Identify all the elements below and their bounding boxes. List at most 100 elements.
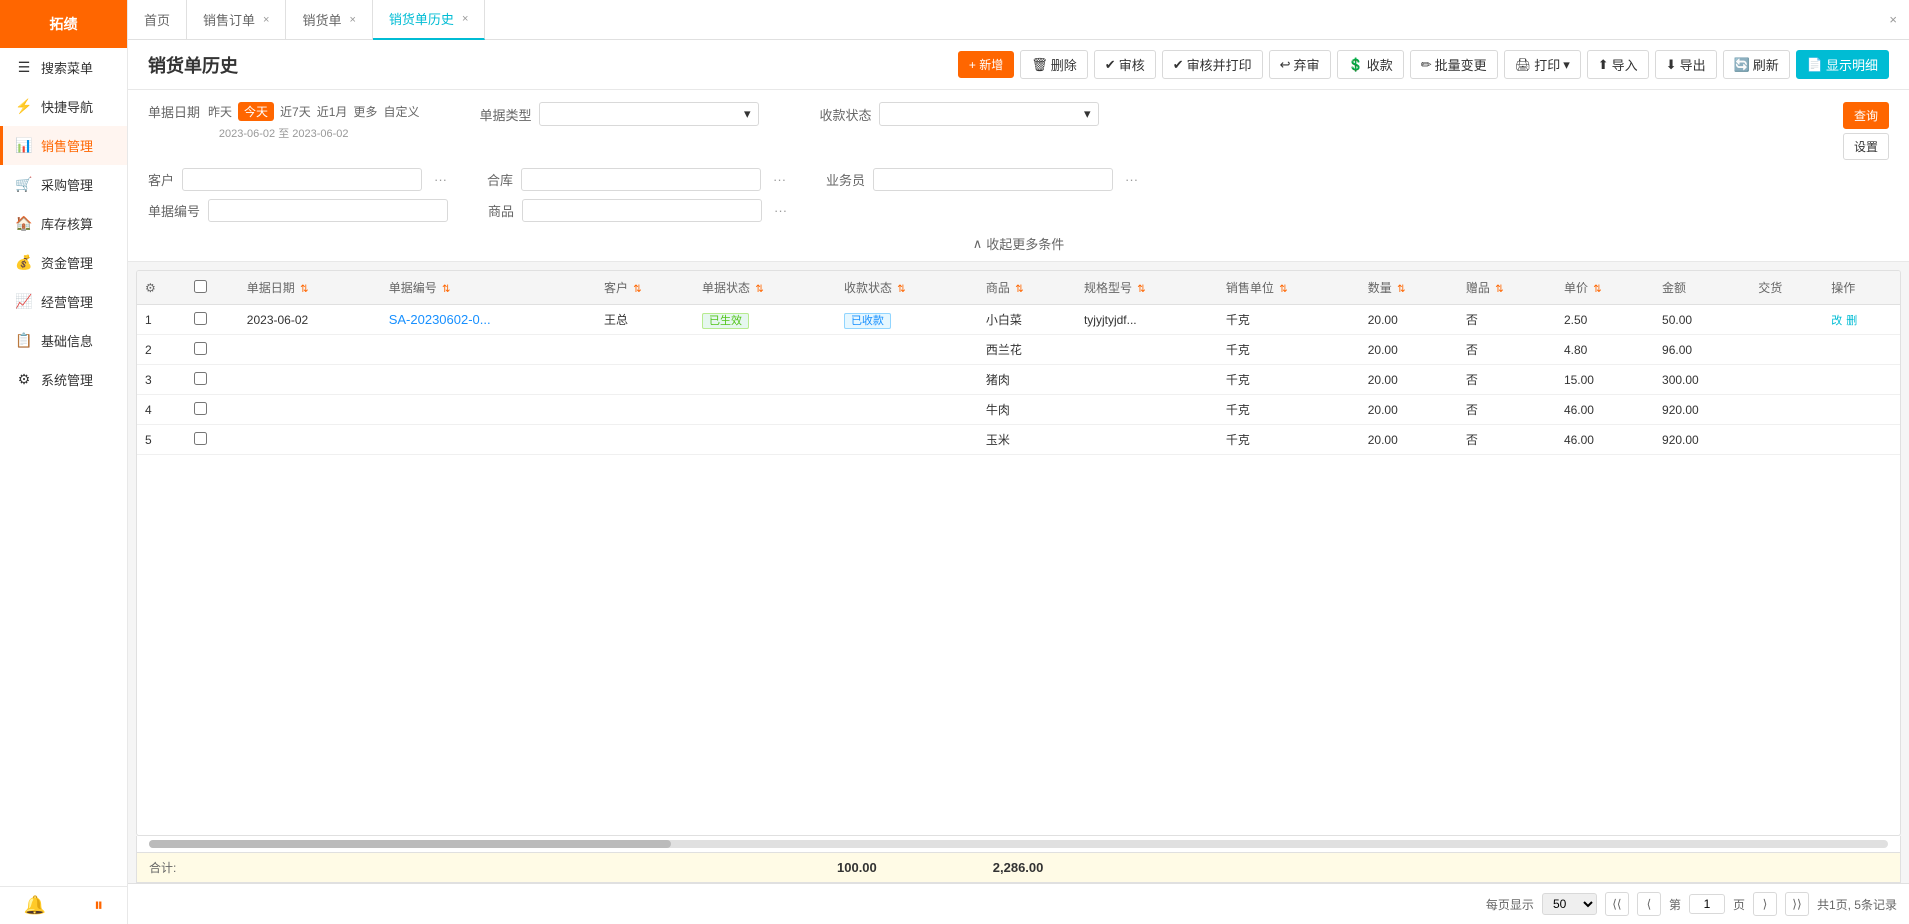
import-button[interactable]: ⬆ 导入 [1587, 50, 1649, 79]
tab-home-label: 首页 [144, 10, 170, 29]
filter-date-group: 单据日期 昨天 今天 近7天 近1月 更多 自定义 2023-06-02 至 2… [148, 102, 419, 141]
filter-date-today[interactable]: 今天 [238, 102, 274, 121]
page-label: 页 [1733, 896, 1745, 913]
cell-trade [1750, 305, 1823, 335]
col-qty[interactable]: 数量 ⇅ [1360, 271, 1458, 305]
doc-no-link[interactable]: SA-20230602-0... [389, 312, 491, 327]
filter-doc-no-input[interactable] [208, 199, 448, 222]
filter-doc-no-label: 单据编号 [148, 201, 200, 220]
filter-goods-dots[interactable]: ··· [774, 203, 787, 218]
filter-salesperson-dots[interactable]: ··· [1125, 172, 1138, 187]
sidebar-item-label: 销售管理 [41, 136, 93, 155]
tab-sales-order[interactable]: 销售订单 × [187, 0, 286, 40]
scrollbar-track[interactable] [149, 840, 1888, 848]
abandon-button[interactable]: ↩ 弃审 [1269, 50, 1331, 79]
per-page-select[interactable]: 50 100 [1542, 893, 1597, 915]
filter-date-7days[interactable]: 近7天 [280, 103, 311, 120]
sidebar-item-sys-mgmt[interactable]: ⚙ 系统管理 [0, 360, 127, 399]
col-checkbox[interactable] [186, 271, 239, 305]
refresh-button[interactable]: 🔄 刷新 [1723, 50, 1790, 79]
page-first-btn[interactable]: ⟨⟨ [1605, 892, 1629, 916]
show-detail-button[interactable]: 📄 显示明细 [1796, 50, 1889, 79]
row-checkbox[interactable] [194, 372, 207, 385]
col-doc-no[interactable]: 单据编号 ⇅ [381, 271, 596, 305]
audit-button[interactable]: ✔ 审核 [1094, 50, 1156, 79]
settings-button[interactable]: 设置 [1843, 133, 1889, 160]
sidebar-item-operations-mgmt[interactable]: 📈 经营管理 [0, 282, 127, 321]
sidebar-item-finance-mgmt[interactable]: 💰 资金管理 [0, 243, 127, 282]
tab-sales-history[interactable]: 销货单历史 × [373, 0, 485, 40]
tab-sales-invoice[interactable]: 销货单 × [286, 0, 372, 40]
sidebar-item-purchase-mgmt[interactable]: 🛒 采购管理 [0, 165, 127, 204]
scrollbar-thumb[interactable] [149, 840, 671, 848]
tab-bar-close-all[interactable]: × [1877, 12, 1909, 27]
filter-date-custom[interactable]: 自定义 [383, 103, 419, 120]
delete-button[interactable]: 🗑 删除 [1020, 50, 1088, 79]
col-spec[interactable]: 规格型号 ⇅ [1076, 271, 1218, 305]
cell-doc-status [694, 335, 836, 365]
col-trade[interactable]: 交货 [1750, 271, 1823, 305]
tab-sales-history-close[interactable]: × [462, 13, 468, 25]
sidebar-item-inventory[interactable]: 🏠 库存核算 [0, 204, 127, 243]
filter-doc-type-select[interactable]: ▾ [539, 102, 759, 126]
filter-collapse-btn[interactable]: ∧ 收起更多条件 [973, 234, 1065, 253]
main-area: 首页 销售订单 × 销货单 × 销货单历史 × × 销货单历史 + 新增 🗑 删… [128, 0, 1909, 924]
sidebar-bottom-btn-2[interactable]: ⏸ [94, 895, 103, 916]
filter-goods-input[interactable] [522, 199, 762, 222]
filter-date-more[interactable]: 更多 [353, 103, 377, 120]
cell-amount: 920.00 [1654, 425, 1750, 455]
page-last-btn[interactable]: ⟩⟩ [1785, 892, 1809, 916]
col-amount[interactable]: 金额 [1654, 271, 1750, 305]
sidebar-item-basic-info[interactable]: 📋 基础信息 [0, 321, 127, 360]
col-goods[interactable]: 商品 ⇅ [978, 271, 1076, 305]
cell-spec [1076, 335, 1218, 365]
batch-change-button[interactable]: ✏ 批量变更 [1410, 50, 1498, 79]
sidebar-item-search-menu[interactable]: ☰ 搜索菜单 [0, 48, 127, 87]
page-next-btn[interactable]: ⟩ [1753, 892, 1777, 916]
col-doc-status[interactable]: 单据状态 ⇅ [694, 271, 836, 305]
cell-doc-date [239, 395, 381, 425]
new-button[interactable]: + 新增 [958, 51, 1014, 78]
page-input[interactable] [1689, 894, 1725, 914]
col-doc-date[interactable]: 单据日期 ⇅ [239, 271, 381, 305]
row-checkbox[interactable] [194, 312, 207, 325]
tab-home[interactable]: 首页 [128, 0, 187, 40]
filter-customer-input[interactable] [182, 168, 422, 191]
filter-customer-dots[interactable]: ··· [434, 172, 447, 187]
query-button[interactable]: 查询 [1843, 102, 1889, 129]
col-unit[interactable]: 销售单位 ⇅ [1218, 271, 1360, 305]
audit-print-button[interactable]: ✔ 审核并打印 [1162, 50, 1263, 79]
col-collect-status[interactable]: 收款状态 ⇅ [836, 271, 978, 305]
cell-doc-no [381, 395, 596, 425]
tab-sales-invoice-close[interactable]: × [349, 14, 355, 26]
cell-collect-status [836, 425, 978, 455]
filter-date-yesterday[interactable]: 昨天 [208, 103, 232, 120]
col-settings[interactable]: ⚙ [137, 271, 186, 305]
cell-goods: 西兰花 [978, 335, 1076, 365]
table-row: 12023-06-02SA-20230602-0...王总已生效已收款小白菜ty… [137, 305, 1900, 335]
col-price[interactable]: 单价 ⇅ [1556, 271, 1654, 305]
page-prev-btn[interactable]: ⟨ [1637, 892, 1661, 916]
filter-collect-status-select[interactable]: ▾ [879, 102, 1099, 126]
filter-date-1month[interactable]: 近1月 [317, 103, 348, 120]
col-customer[interactable]: 客户 ⇅ [596, 271, 694, 305]
table-op-btn[interactable]: 改 [1831, 312, 1842, 328]
sidebar: 拓绩 ☰ 搜索菜单 ⚡ 快捷导航 📊 销售管理 🛒 采购管理 🏠 库存核算 💰 … [0, 0, 128, 924]
tab-sales-order-close[interactable]: × [263, 14, 269, 26]
table-op-btn[interactable]: 删 [1846, 312, 1857, 328]
filter-warehouse-input[interactable] [521, 168, 761, 191]
export-button[interactable]: ⬇ 导出 [1655, 50, 1717, 79]
sidebar-item-quick-nav[interactable]: ⚡ 快捷导航 [0, 87, 127, 126]
row-checkbox[interactable] [194, 342, 207, 355]
col-gift[interactable]: 赠品 ⇅ [1458, 271, 1556, 305]
filter-salesperson-input[interactable] [873, 168, 1113, 191]
select-all-checkbox[interactable] [194, 280, 207, 293]
filter-warehouse-dots[interactable]: ··· [773, 172, 786, 187]
sidebar-bottom-btn-1[interactable]: 🔔 [24, 895, 46, 916]
footer-cells: 100.00 2,286.00 [229, 860, 1888, 875]
sidebar-item-sales-mgmt[interactable]: 📊 销售管理 [0, 126, 127, 165]
print-button[interactable]: 🖨 打印 ▾ [1504, 50, 1581, 79]
collect-button[interactable]: 💲 收款 [1337, 50, 1404, 79]
row-checkbox[interactable] [194, 432, 207, 445]
row-checkbox[interactable] [194, 402, 207, 415]
